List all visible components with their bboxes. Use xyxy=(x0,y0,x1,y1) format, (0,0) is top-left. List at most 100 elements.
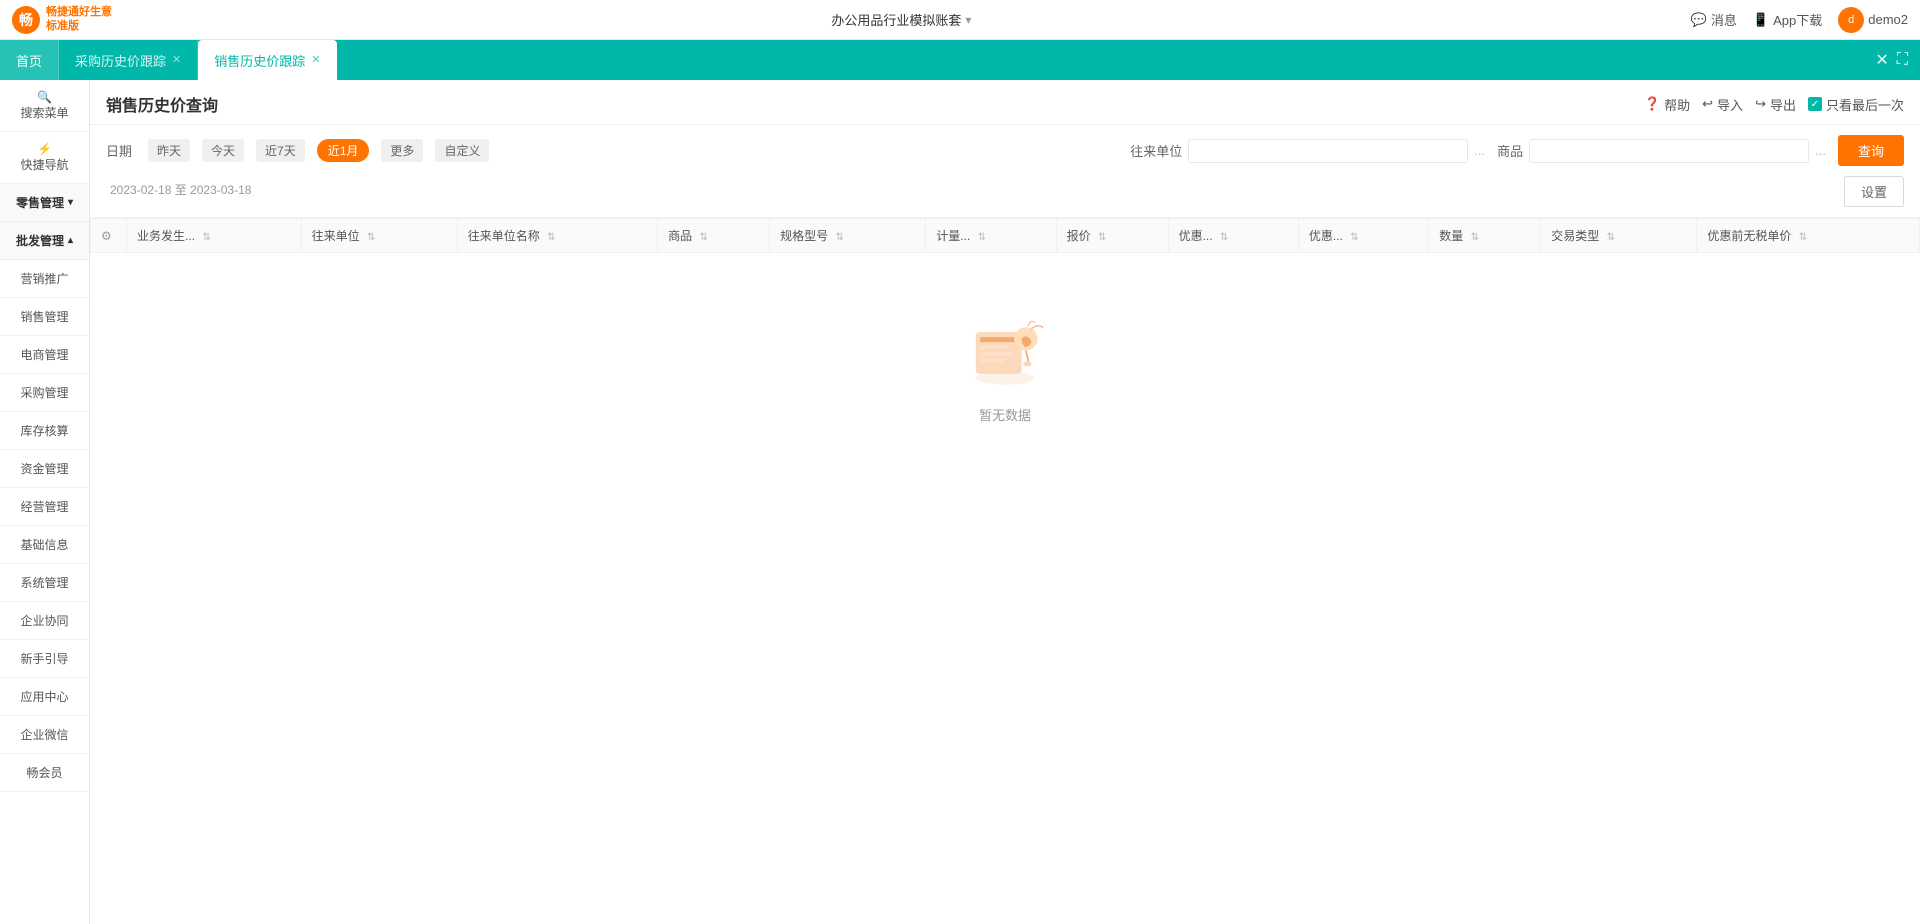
sidebar-item-sales-mgmt[interactable]: 销售管理 xyxy=(0,298,89,336)
partner-filter: 往来单位 ... xyxy=(1130,139,1485,163)
col-unit[interactable]: 计量... ⇅ xyxy=(926,219,1056,253)
product-input-dots: ... xyxy=(1815,143,1826,158)
export-button[interactable]: ↪ 导出 xyxy=(1755,95,1796,114)
sort-icon-spec: ⇅ xyxy=(835,232,843,243)
partner-input[interactable] xyxy=(1188,139,1468,163)
search-icon: 🔍 xyxy=(4,90,85,104)
help-icon: ❓ xyxy=(1644,96,1660,112)
setting-button[interactable]: 设置 xyxy=(1844,176,1904,207)
message-icon: 💬 xyxy=(1691,12,1707,28)
tab-bar: 首页 采购历史价跟踪 ✕ 销售历史价跟踪 ✕ ✕ ⛶ xyxy=(0,40,1920,80)
close-tab-button[interactable]: ✕ xyxy=(1875,50,1888,70)
help-button[interactable]: ❓ 帮助 xyxy=(1644,95,1690,114)
sidebar-item-ops-mgmt[interactable]: 经营管理 xyxy=(0,488,89,526)
content-area: 销售历史价查询 ❓ 帮助 ↩ 导入 ↪ 导出 ✓ 只看最后一次 xyxy=(90,80,1920,924)
user-avatar[interactable]: d demo2 xyxy=(1838,7,1908,33)
sidebar-item-search-menu[interactable]: 🔍 搜索菜单 xyxy=(0,80,89,132)
app-download-button[interactable]: 📱 App下载 xyxy=(1753,10,1822,29)
col-quote[interactable]: 报价 ⇅ xyxy=(1056,219,1168,253)
avatar: d xyxy=(1838,7,1864,33)
sort-icon-partner-code: ⇅ xyxy=(367,232,375,243)
empty-text: 暂无数据 xyxy=(979,405,1031,424)
chevron-down-icon: ▾ xyxy=(68,197,73,208)
settings-icon[interactable]: ⚙ xyxy=(101,229,112,243)
sort-icon-product: ⇅ xyxy=(700,232,708,243)
sidebar-item-quick-nav[interactable]: ⚡ 快捷导航 xyxy=(0,132,89,184)
tab-sales-label: 销售历史价跟踪 xyxy=(214,51,305,70)
logo-icon: 畅 xyxy=(12,6,40,34)
date-range-display: 2023-02-18 至 2023-03-18 xyxy=(110,181,251,198)
sidebar-item-corp-wechat[interactable]: 企业微信 xyxy=(0,716,89,754)
top-bar-right: 💬 消息 📱 App下载 d demo2 xyxy=(1691,7,1908,33)
page-title: 销售历史价查询 xyxy=(106,92,218,116)
col-partner-code[interactable]: 往来单位 ⇅ xyxy=(301,219,457,253)
sidebar-item-wholesale-mgmt[interactable]: 批发管理 ▴ xyxy=(0,222,89,260)
message-button[interactable]: 💬 消息 xyxy=(1691,10,1737,29)
tab-purchase-close[interactable]: ✕ xyxy=(172,55,181,66)
sidebar: 🔍 搜索菜单 ⚡ 快捷导航 零售管理 ▾ 批发管理 ▴ 营销推广 销售管理 电商… xyxy=(0,80,90,924)
sidebar-item-vip-member[interactable]: 畅会员 xyxy=(0,754,89,792)
sort-icon-partner-name: ⇅ xyxy=(547,232,555,243)
date-btn-today[interactable]: 今天 xyxy=(202,139,244,162)
col-settings[interactable]: ⚙ xyxy=(91,219,127,253)
date-btn-1month[interactable]: 近1月 xyxy=(317,139,370,162)
filter-area: 日期 昨天 今天 近7天 近1月 更多 自定义 往来单位 ... 商品 ... xyxy=(90,125,1920,218)
checkbox-icon: ✓ xyxy=(1808,97,1822,111)
sidebar-item-inventory[interactable]: 库存核算 xyxy=(0,412,89,450)
only-last-checkbox[interactable]: ✓ 只看最后一次 xyxy=(1808,95,1904,114)
page-actions: ❓ 帮助 ↩ 导入 ↪ 导出 ✓ 只看最后一次 xyxy=(1644,95,1904,114)
filter-row-1: 日期 昨天 今天 近7天 近1月 更多 自定义 往来单位 ... 商品 ... xyxy=(106,135,1904,166)
col-discount2[interactable]: 优惠... ⇅ xyxy=(1298,219,1428,253)
tab-home[interactable]: 首页 xyxy=(0,40,59,80)
tab-home-label: 首页 xyxy=(16,51,42,70)
col-biz-date[interactable]: 业务发生... ⇅ xyxy=(127,219,302,253)
date-btn-7days[interactable]: 近7天 xyxy=(256,139,305,162)
logo-text: 畅捷通好生意 标准版 xyxy=(46,6,112,32)
top-bar-left: 畅 畅捷通好生意 标准版 xyxy=(12,6,112,34)
tab-bar-actions: ✕ ⛶ xyxy=(1875,50,1920,70)
sidebar-item-base-info[interactable]: 基础信息 xyxy=(0,526,89,564)
sidebar-item-finance-mgmt[interactable]: 资金管理 xyxy=(0,450,89,488)
date-btn-yesterday[interactable]: 昨天 xyxy=(148,139,190,162)
product-input[interactable] xyxy=(1529,139,1809,163)
export-icon: ↪ xyxy=(1755,96,1766,112)
sidebar-item-retail-mgmt[interactable]: 零售管理 ▾ xyxy=(0,184,89,222)
product-filter-label: 商品 xyxy=(1497,141,1523,160)
table-area: ⚙ 业务发生... ⇅ 往来单位 ⇅ 往来单位名称 ⇅ xyxy=(90,218,1920,924)
tab-sales[interactable]: 销售历史价跟踪 ✕ xyxy=(198,40,337,80)
main-layout: 🔍 搜索菜单 ⚡ 快捷导航 零售管理 ▾ 批发管理 ▴ 营销推广 销售管理 电商… xyxy=(0,80,1920,924)
col-trade-type[interactable]: 交易类型 ⇅ xyxy=(1541,219,1697,253)
sort-icon-unit: ⇅ xyxy=(978,232,986,243)
empty-state: 暂无数据 xyxy=(90,253,1920,484)
breadcrumb-title: 办公用品行业模拟账套 xyxy=(831,10,961,29)
sort-icon-trade-type: ⇅ xyxy=(1607,232,1615,243)
maximize-button[interactable]: ⛶ xyxy=(1897,51,1908,69)
col-spec[interactable]: 规格型号 ⇅ xyxy=(770,219,926,253)
date-btn-custom[interactable]: 自定义 xyxy=(435,139,489,162)
col-partner-name[interactable]: 往来单位名称 ⇅ xyxy=(457,219,657,253)
sidebar-item-new-guide[interactable]: 新手引导 xyxy=(0,640,89,678)
filter-row-2: 2023-02-18 至 2023-03-18 设置 xyxy=(106,172,1904,207)
breadcrumb: 办公用品行业模拟账套 ▾ xyxy=(831,10,971,29)
date-btn-more[interactable]: 更多 xyxy=(381,139,423,162)
col-product[interactable]: 商品 ⇅ xyxy=(658,219,770,253)
sidebar-item-app-center[interactable]: 应用中心 xyxy=(0,678,89,716)
logo-area: 畅 畅捷通好生意 标准版 xyxy=(12,6,112,34)
import-icon: ↩ xyxy=(1702,96,1713,112)
sidebar-item-purchase-mgmt[interactable]: 采购管理 xyxy=(0,374,89,412)
chevron-down-icon[interactable]: ▾ xyxy=(965,13,971,27)
tab-purchase[interactable]: 采购历史价跟踪 ✕ xyxy=(59,40,198,80)
sidebar-item-corp-collab[interactable]: 企业协同 xyxy=(0,602,89,640)
tab-sales-close[interactable]: ✕ xyxy=(311,55,320,66)
sidebar-item-system-mgmt[interactable]: 系统管理 xyxy=(0,564,89,602)
query-button[interactable]: 查询 xyxy=(1838,135,1904,166)
import-button[interactable]: ↩ 导入 xyxy=(1702,95,1743,114)
sort-icon-quote: ⇅ xyxy=(1098,232,1106,243)
col-discount1[interactable]: 优惠... ⇅ xyxy=(1168,219,1298,253)
sidebar-item-ecommerce-mgmt[interactable]: 电商管理 xyxy=(0,336,89,374)
partner-filter-label: 往来单位 xyxy=(1130,141,1182,160)
col-qty[interactable]: 数量 ⇅ xyxy=(1429,219,1541,253)
col-no-tax-price[interactable]: 优惠前无税单价 ⇅ xyxy=(1697,219,1920,253)
sidebar-item-marketing[interactable]: 营销推广 xyxy=(0,260,89,298)
page-header: 销售历史价查询 ❓ 帮助 ↩ 导入 ↪ 导出 ✓ 只看最后一次 xyxy=(90,80,1920,125)
